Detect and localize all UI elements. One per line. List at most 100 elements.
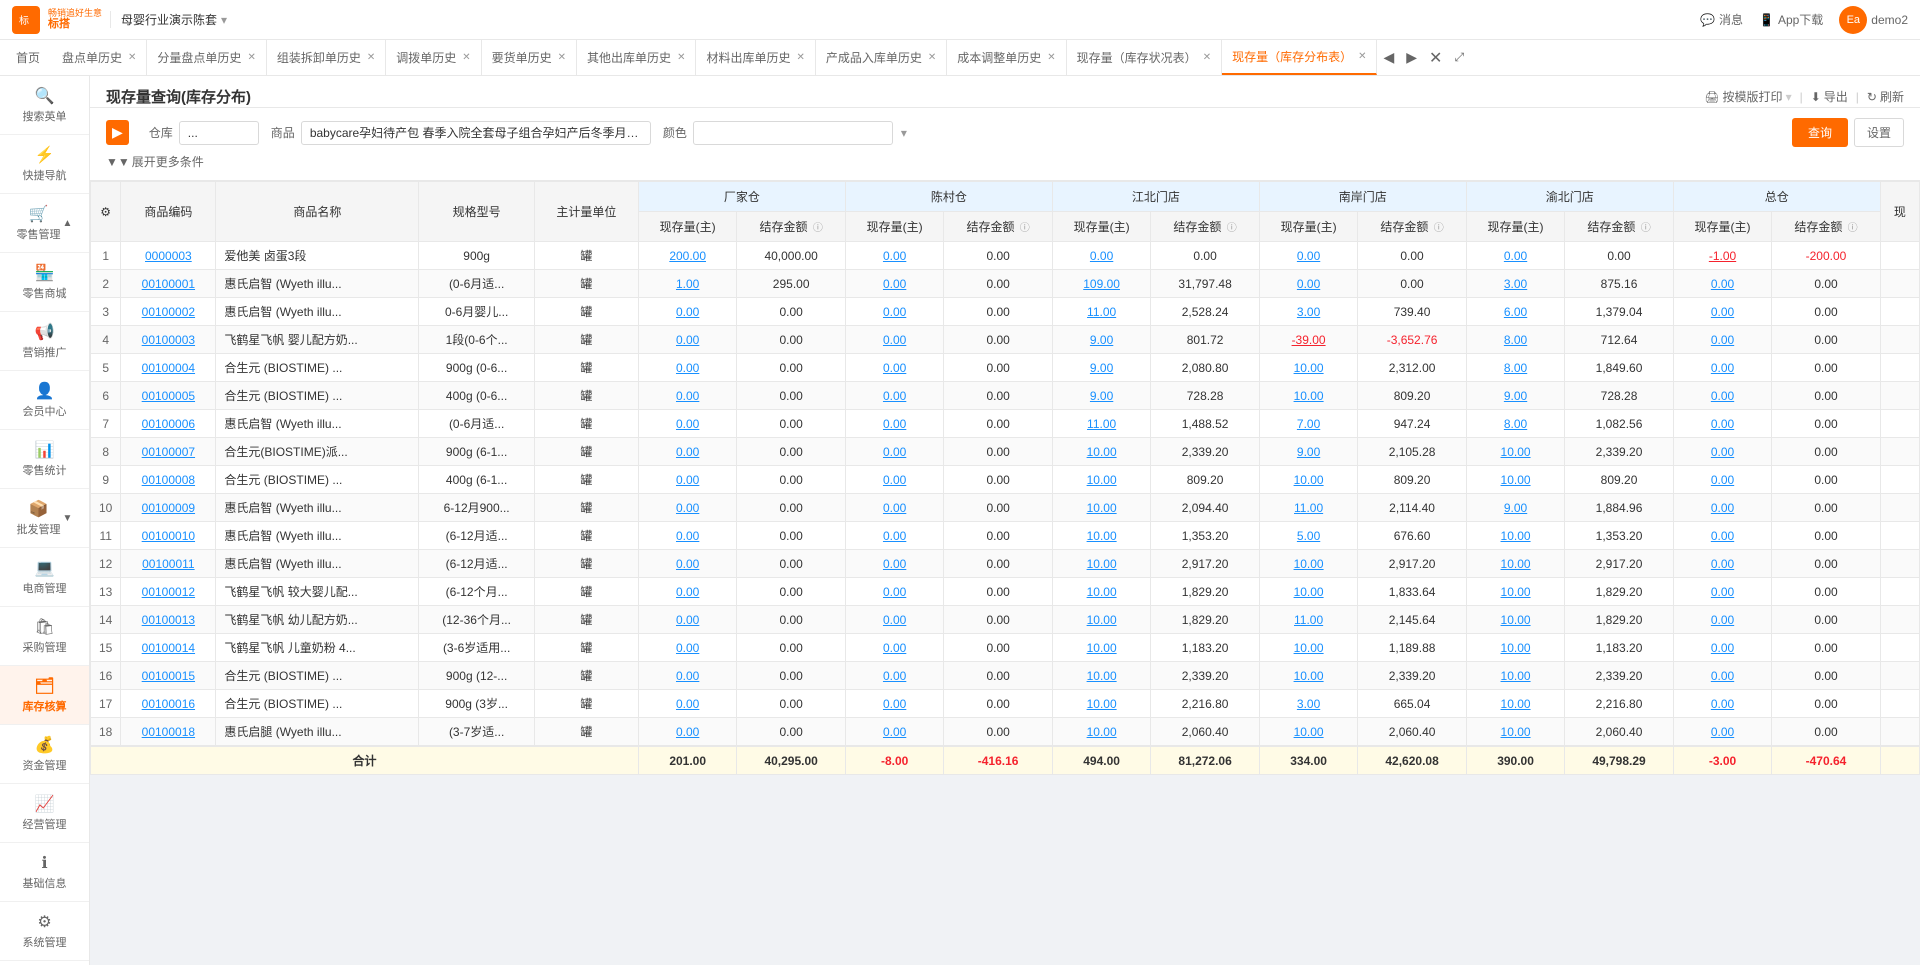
close-icon[interactable]: ✕: [367, 52, 375, 63]
row-nanAn-qty[interactable]: 10.00: [1259, 382, 1358, 410]
row-changjiaCun-qty[interactable]: 0.00: [638, 578, 737, 606]
row-code[interactable]: 00100001: [121, 270, 216, 298]
row-jiangBei-qty[interactable]: 9.00: [1052, 382, 1151, 410]
row-yuBei-qty[interactable]: 10.00: [1466, 634, 1565, 662]
row-total-qty[interactable]: 0.00: [1673, 354, 1772, 382]
row-changjiaCun-qty[interactable]: 0.00: [638, 662, 737, 690]
collapse-filter-btn[interactable]: ▶: [106, 120, 129, 145]
tab-fenpan[interactable]: 分量盘点单历史 ✕: [147, 40, 266, 75]
info-icon[interactable]: ⓘ: [1020, 223, 1030, 234]
th-settings[interactable]: ⚙: [91, 182, 121, 242]
row-yuBei-qty[interactable]: 9.00: [1466, 382, 1565, 410]
row-changjiaCun-qty[interactable]: 0.00: [638, 718, 737, 747]
row-total-qty[interactable]: 0.00: [1673, 522, 1772, 550]
export-btn[interactable]: ⬇ 导出: [1811, 88, 1848, 105]
row-jiangBei-qty[interactable]: 9.00: [1052, 326, 1151, 354]
row-chenCun-qty[interactable]: 0.00: [845, 354, 944, 382]
sidebar-item-member[interactable]: 👤 会员中心: [0, 371, 89, 430]
row-yuBei-qty[interactable]: 0.00: [1466, 242, 1565, 270]
row-changjiaCun-qty[interactable]: 200.00: [638, 242, 737, 270]
row-yuBei-qty[interactable]: 10.00: [1466, 690, 1565, 718]
message-btn[interactable]: 💬 消息: [1700, 11, 1743, 28]
row-jiangBei-qty[interactable]: 10.00: [1052, 718, 1151, 747]
row-yuBei-qty[interactable]: 8.00: [1466, 354, 1565, 382]
row-changjiaCun-qty[interactable]: 0.00: [638, 410, 737, 438]
row-yuBei-qty[interactable]: 9.00: [1466, 494, 1565, 522]
row-code[interactable]: 00100006: [121, 410, 216, 438]
row-chenCun-qty[interactable]: 0.00: [845, 690, 944, 718]
sidebar-item-operation[interactable]: 📈 经营管理: [0, 784, 89, 843]
sidebar-item-mall[interactable]: 🏪 零售商城: [0, 253, 89, 312]
row-yuBei-qty[interactable]: 10.00: [1466, 438, 1565, 466]
expand-more-btn[interactable]: ▼▼ 展开更多条件: [106, 153, 204, 170]
row-jiangBei-qty[interactable]: 10.00: [1052, 522, 1151, 550]
row-code[interactable]: 00100007: [121, 438, 216, 466]
row-nanAn-qty[interactable]: 10.00: [1259, 578, 1358, 606]
row-nanAn-qty[interactable]: 0.00: [1259, 270, 1358, 298]
row-nanAn-qty[interactable]: 11.00: [1259, 606, 1358, 634]
row-jiangBei-qty[interactable]: 11.00: [1052, 410, 1151, 438]
row-chenCun-qty[interactable]: 0.00: [845, 494, 944, 522]
row-total-qty[interactable]: 0.00: [1673, 690, 1772, 718]
row-total-qty[interactable]: 0.00: [1673, 298, 1772, 326]
row-code[interactable]: 00100005: [121, 382, 216, 410]
tab-kucun-status[interactable]: 现存量（库存状况表） ✕: [1067, 40, 1222, 75]
info-icon[interactable]: ⓘ: [1641, 223, 1651, 234]
sidebar-item-finance[interactable]: 💰 资金管理: [0, 725, 89, 784]
row-total-qty[interactable]: 0.00: [1673, 494, 1772, 522]
close-icon[interactable]: ✕: [1358, 51, 1366, 62]
row-chenCun-qty[interactable]: 0.00: [845, 382, 944, 410]
row-changjiaCun-qty[interactable]: 0.00: [638, 522, 737, 550]
row-nanAn-qty[interactable]: 10.00: [1259, 662, 1358, 690]
warehouse-input[interactable]: [179, 121, 259, 145]
row-code[interactable]: 0000003: [121, 242, 216, 270]
row-total-qty[interactable]: 0.00: [1673, 438, 1772, 466]
search-button[interactable]: 查询: [1792, 118, 1848, 147]
color-input[interactable]: [693, 121, 893, 145]
row-jiangBei-qty[interactable]: 10.00: [1052, 550, 1151, 578]
close-icon[interactable]: ✕: [1047, 52, 1055, 63]
tab-chengben[interactable]: 成本调整单历史 ✕: [947, 40, 1066, 75]
row-nanAn-qty[interactable]: 10.00: [1259, 466, 1358, 494]
tab-chengpin[interactable]: 产成品入库单历史 ✕: [816, 40, 947, 75]
row-nanAn-qty[interactable]: 3.00: [1259, 298, 1358, 326]
row-yuBei-qty[interactable]: 8.00: [1466, 410, 1565, 438]
row-changjiaCun-qty[interactable]: 0.00: [638, 550, 737, 578]
row-yuBei-qty[interactable]: 6.00: [1466, 298, 1565, 326]
close-icon[interactable]: ✕: [128, 52, 136, 63]
close-icon[interactable]: ✕: [928, 52, 936, 63]
app-download-btn[interactable]: 📱 App下载: [1759, 11, 1823, 28]
row-changjiaCun-qty[interactable]: 1.00: [638, 270, 737, 298]
sidebar-item-stats[interactable]: 📊 零售统计: [0, 430, 89, 489]
row-yuBei-qty[interactable]: 3.00: [1466, 270, 1565, 298]
row-nanAn-qty[interactable]: 10.00: [1259, 718, 1358, 747]
row-total-qty[interactable]: 0.00: [1673, 634, 1772, 662]
row-jiangBei-qty[interactable]: 10.00: [1052, 634, 1151, 662]
sidebar-item-retail[interactable]: 🛒 零售管理 ▲: [0, 194, 89, 253]
sidebar-item-nav[interactable]: ⚡ 快捷导航: [0, 135, 89, 194]
row-code[interactable]: 00100002: [121, 298, 216, 326]
tab-kucun-dist[interactable]: 现存量（库存分布表） ✕: [1222, 40, 1377, 75]
close-icon[interactable]: ✕: [796, 52, 804, 63]
close-icon[interactable]: ✕: [1203, 52, 1211, 63]
row-jiangBei-qty[interactable]: 10.00: [1052, 606, 1151, 634]
row-nanAn-qty[interactable]: 5.00: [1259, 522, 1358, 550]
row-total-qty[interactable]: 0.00: [1673, 410, 1772, 438]
row-jiangBei-qty[interactable]: 10.00: [1052, 466, 1151, 494]
tab-home[interactable]: 首页: [4, 40, 52, 75]
row-yuBei-qty[interactable]: 10.00: [1466, 578, 1565, 606]
row-jiangBei-qty[interactable]: 10.00: [1052, 690, 1151, 718]
row-total-qty[interactable]: 0.00: [1673, 270, 1772, 298]
row-yuBei-qty[interactable]: 10.00: [1466, 550, 1565, 578]
row-code[interactable]: 00100004: [121, 354, 216, 382]
row-code[interactable]: 00100014: [121, 634, 216, 662]
row-chenCun-qty[interactable]: 0.00: [845, 466, 944, 494]
row-changjiaCun-qty[interactable]: 0.00: [638, 690, 737, 718]
sidebar-item-inventory[interactable]: 🗂 库存核算: [0, 666, 89, 725]
sidebar-item-system[interactable]: ⚙ 系统管理: [0, 902, 89, 961]
row-nanAn-qty[interactable]: 11.00: [1259, 494, 1358, 522]
row-yuBei-qty[interactable]: 10.00: [1466, 466, 1565, 494]
row-code[interactable]: 00100010: [121, 522, 216, 550]
row-code[interactable]: 00100018: [121, 718, 216, 747]
row-nanAn-qty[interactable]: 10.00: [1259, 634, 1358, 662]
